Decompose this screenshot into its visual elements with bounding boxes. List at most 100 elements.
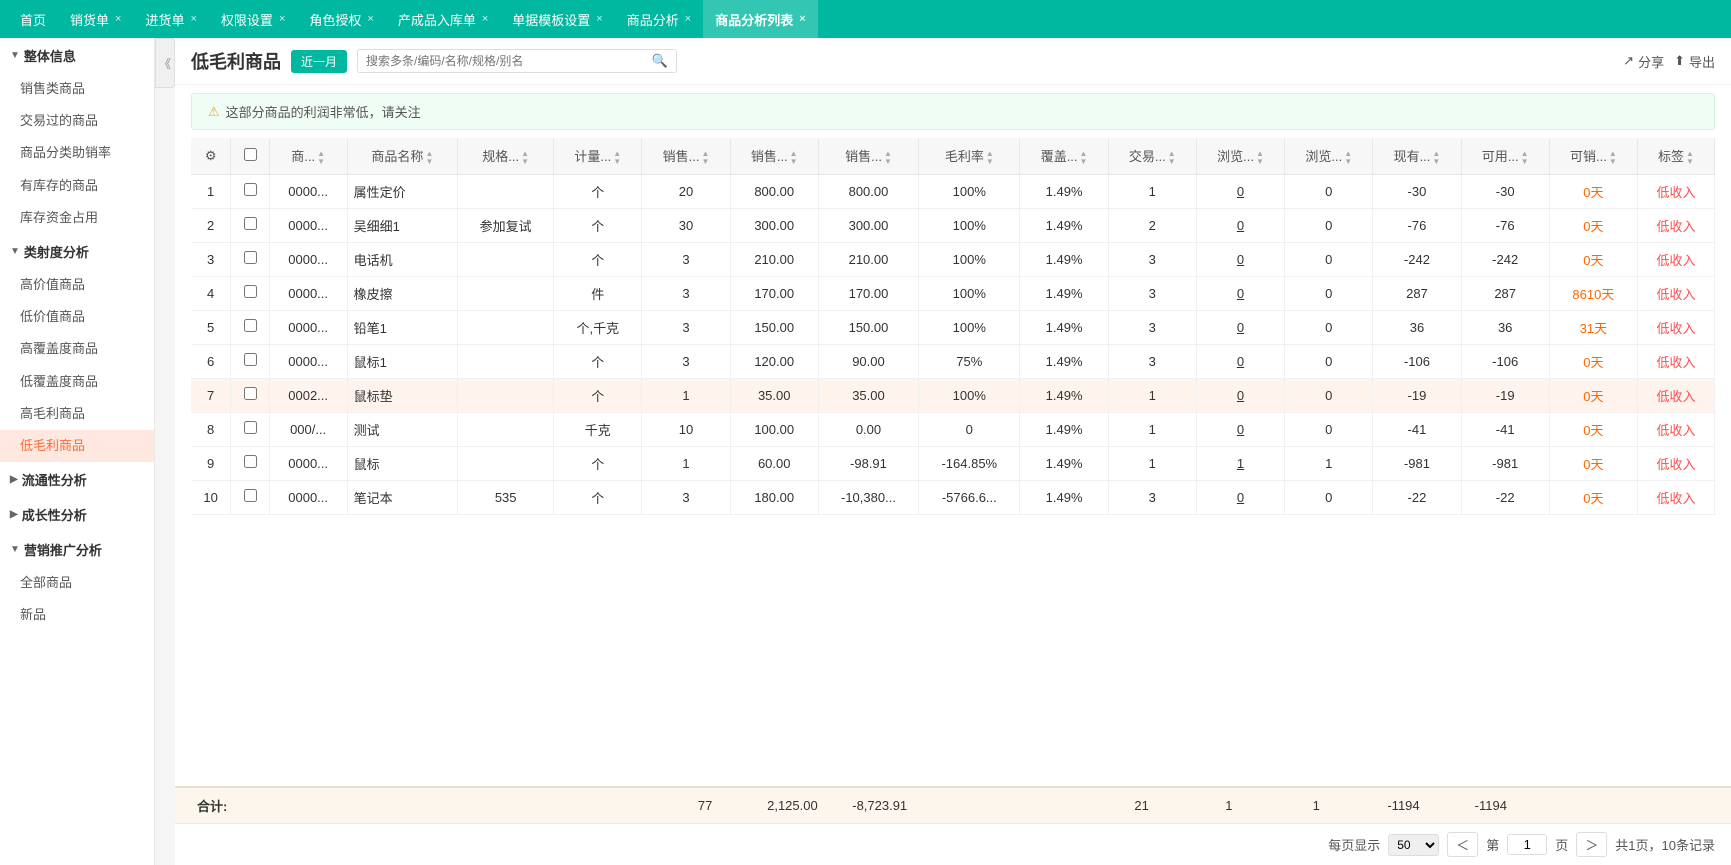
next-page-btn[interactable]: ＞ [1576, 832, 1607, 857]
sidebar-item-商品分类助销率[interactable]: 商品分类助销率 [0, 137, 154, 169]
row-checkbox[interactable] [244, 183, 257, 196]
row-checkbox[interactable] [244, 489, 257, 502]
col-header-settings[interactable]: ⚙ [191, 138, 231, 174]
row-views1[interactable]: 0 [1196, 480, 1284, 514]
sort-icon[interactable]: ▲▼ [1686, 150, 1694, 166]
sidebar-item-低覆盖度商品[interactable]: 低覆盖度商品 [0, 366, 154, 398]
sidebar-group-营销推广分析[interactable]: ▼营销推广分析 [0, 532, 154, 567]
col-header-spec: 规格...▲▼ [458, 138, 554, 174]
sidebar-item-全部商品[interactable]: 全部商品 [0, 567, 154, 599]
row-views1[interactable]: 1 [1196, 446, 1284, 480]
sidebar-group-类射度分析[interactable]: ▼类射度分析 [0, 234, 154, 269]
row-current-stock: -41 [1373, 412, 1461, 446]
row-views1[interactable]: 0 [1196, 208, 1284, 242]
row-checkbox[interactable] [244, 387, 257, 400]
sort-icon[interactable]: ▲▼ [1609, 150, 1617, 166]
row-code: 0000... [269, 276, 347, 310]
nav-item-权限设置[interactable]: 权限设置× [209, 0, 297, 38]
row-views1[interactable]: 0 [1196, 242, 1284, 276]
sort-icon[interactable]: ▲▼ [1521, 150, 1529, 166]
search-input[interactable] [366, 54, 652, 68]
row-gross-margin: 100% [919, 208, 1020, 242]
sidebar-group-成长性分析[interactable]: ▶成长性分析 [0, 497, 154, 532]
sidebar-group-流通性分析[interactable]: ▶流通性分析 [0, 462, 154, 497]
row-checkbox[interactable] [244, 251, 257, 264]
nav-item-进货单[interactable]: 进货单× [133, 0, 208, 38]
row-spec [458, 242, 554, 276]
row-views1[interactable]: 0 [1196, 310, 1284, 344]
sort-icon[interactable]: ▲▼ [701, 150, 709, 166]
sort-icon[interactable]: ▲▼ [1432, 150, 1440, 166]
row-tag: 低收入 [1638, 310, 1715, 344]
collapse-btn[interactable]: 《 [155, 38, 175, 88]
sidebar-group-整体信息[interactable]: ▼整体信息 [0, 38, 154, 73]
row-checkbox[interactable] [244, 455, 257, 468]
row-no: 8 [191, 412, 231, 446]
row-sellable: 31天 [1549, 310, 1637, 344]
row-checkbox[interactable] [244, 319, 257, 332]
sort-icon[interactable]: ▲▼ [790, 150, 798, 166]
nav-close-icon[interactable]: × [482, 13, 488, 25]
sidebar-item-库存资金占用[interactable]: 库存资金占用 [0, 202, 154, 234]
nav-close-icon[interactable]: × [190, 13, 196, 25]
sidebar-item-有库存的商品[interactable]: 有库存的商品 [0, 170, 154, 202]
row-checkbox[interactable] [244, 421, 257, 434]
sort-icon[interactable]: ▲▼ [1256, 150, 1264, 166]
sort-icon[interactable]: ▲▼ [986, 150, 994, 166]
row-views1[interactable]: 0 [1196, 276, 1284, 310]
row-views1[interactable]: 0 [1196, 344, 1284, 378]
row-sellable: 0天 [1549, 412, 1637, 446]
sidebar-item-低价值商品[interactable]: 低价值商品 [0, 301, 154, 333]
sidebar-item-新品[interactable]: 新品 [0, 599, 154, 631]
row-checkbox [231, 344, 269, 378]
footer-cell-12 [1622, 798, 1709, 813]
nav-close-icon[interactable]: × [799, 13, 805, 25]
row-transactions: 1 [1108, 378, 1196, 412]
row-views1[interactable]: 0 [1196, 378, 1284, 412]
sidebar-item-交易过的商品[interactable]: 交易过的商品 [0, 105, 154, 137]
sort-icon[interactable]: ▲▼ [884, 150, 892, 166]
col-header-checkbox[interactable] [231, 138, 269, 174]
nav-close-icon[interactable]: × [596, 13, 602, 25]
sidebar-item-高覆盖度商品[interactable]: 高覆盖度商品 [0, 333, 154, 365]
row-checkbox [231, 242, 269, 276]
search-icon[interactable]: 🔍 [652, 53, 668, 69]
share-button[interactable]: ↗ 分享 [1623, 52, 1664, 71]
sidebar-item-销售类商品[interactable]: 销售类商品 [0, 73, 154, 105]
row-checkbox[interactable] [244, 217, 257, 230]
nav-close-icon[interactable]: × [279, 13, 285, 25]
nav-item-销货单[interactable]: 销货单× [58, 0, 133, 38]
row-views1[interactable]: 0 [1196, 412, 1284, 446]
sort-icon[interactable]: ▲▼ [1344, 150, 1352, 166]
row-views1[interactable]: 0 [1196, 174, 1284, 208]
nav-item-商品分析[interactable]: 商品分析× [615, 0, 703, 38]
row-sales-amount: 150.00 [818, 310, 918, 344]
sort-icon[interactable]: ▲▼ [1080, 150, 1088, 166]
nav-close-icon[interactable]: × [367, 13, 373, 25]
page-size-select[interactable]: 102050100 [1388, 834, 1439, 856]
sort-icon[interactable]: ▲▼ [317, 150, 325, 166]
sidebar-item-高价值商品[interactable]: 高价值商品 [0, 269, 154, 301]
sort-icon[interactable]: ▲▼ [1168, 150, 1176, 166]
sidebar-item-低毛利商品[interactable]: 低毛利商品 [0, 430, 154, 462]
nav-item-产成品入库单[interactable]: 产成品入库单× [386, 0, 500, 38]
row-available: 36 [1461, 310, 1549, 344]
nav-item-首页[interactable]: 首页 [8, 0, 58, 38]
select-all-checkbox[interactable] [244, 148, 257, 161]
nav-item-角色授权[interactable]: 角色授权× [297, 0, 385, 38]
row-checkbox[interactable] [244, 353, 257, 366]
sidebar-item-高毛利商品[interactable]: 高毛利商品 [0, 398, 154, 430]
nav-item-商品分析列表[interactable]: 商品分析列表× [703, 0, 817, 38]
row-checkbox[interactable] [244, 285, 257, 298]
sort-icon[interactable]: ▲▼ [425, 150, 433, 166]
row-available: 287 [1461, 276, 1549, 310]
nav-item-单据模板设置[interactable]: 单据模板设置× [500, 0, 614, 38]
sort-icon[interactable]: ▲▼ [613, 150, 621, 166]
filter-button[interactable]: 近一月 [291, 50, 347, 73]
page-input[interactable] [1507, 834, 1547, 855]
sort-icon[interactable]: ▲▼ [521, 150, 529, 166]
nav-close-icon[interactable]: × [685, 13, 691, 25]
export-button[interactable]: ⬆ 导出 [1674, 52, 1715, 71]
nav-close-icon[interactable]: × [115, 13, 121, 25]
prev-page-btn[interactable]: ＜ [1447, 832, 1478, 857]
